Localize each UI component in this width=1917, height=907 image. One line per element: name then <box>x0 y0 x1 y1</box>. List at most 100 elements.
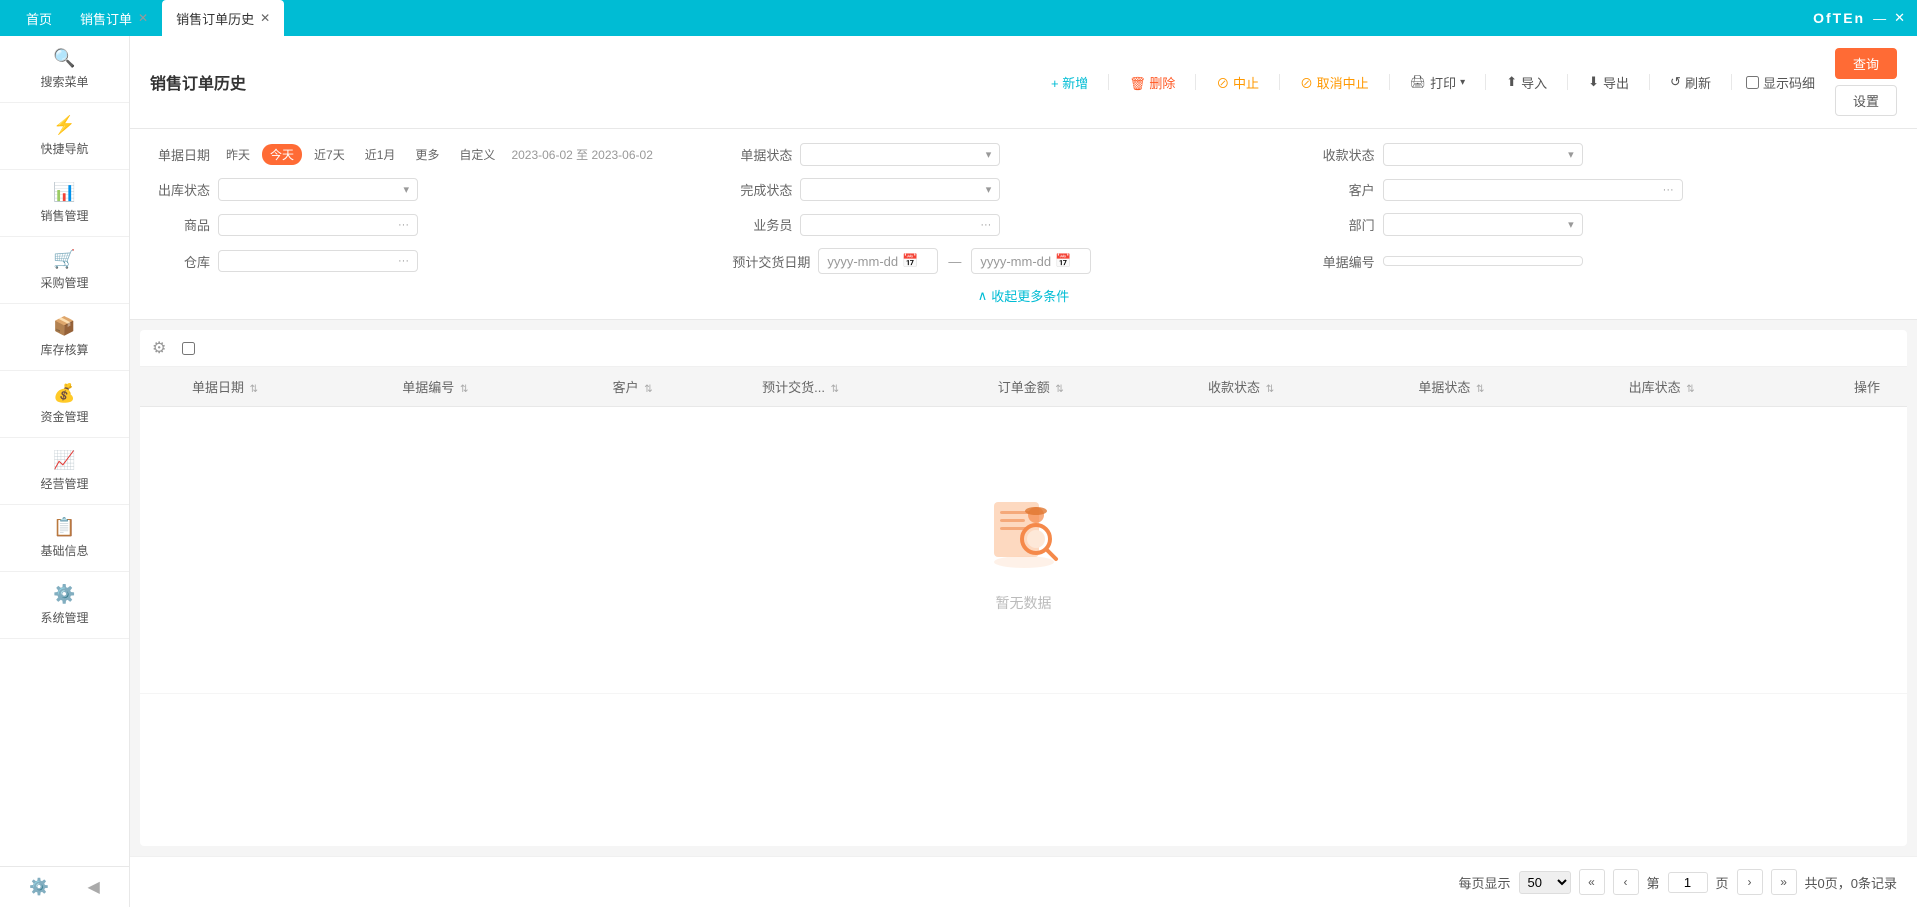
prev-page-button[interactable]: ‹ <box>1613 869 1639 895</box>
import-button[interactable]: ⬆ 导入 <box>1500 69 1553 96</box>
th-bill-status-sort: ⇅ <box>1476 384 1484 395</box>
th-delivery[interactable]: 预计交货... ⇅ <box>750 367 986 407</box>
basic-info-icon: 📋 <box>53 517 75 538</box>
tab-sales-order-history[interactable]: 销售订单历史 ✕ <box>162 0 284 36</box>
sales-mgmt-icon: 📊 <box>53 182 75 203</box>
tab-sales-order[interactable]: 销售订单 ✕ <box>66 0 162 36</box>
filter-area: 单据日期 昨天 今天 近7天 近1月 更多 自定义 2023-06-02 至 2… <box>130 129 1917 320</box>
bill-no-input[interactable] <box>1383 256 1583 266</box>
th-bill-status[interactable]: 单据状态 ⇅ <box>1406 367 1616 407</box>
th-no[interactable]: 单据编号 ⇅ <box>390 367 600 407</box>
filter-customer: 客户 ··· <box>1315 179 1897 201</box>
setting-button[interactable]: 设置 <box>1835 85 1897 116</box>
sidebar-item-operation[interactable]: 📈 经营管理 <box>0 438 129 505</box>
page-header: 销售订单历史 + 新增 🗑 删除 ⊘ 中止 ⊘ 取消中止 🖨 打印 ▾ ⬆ <box>130 36 1917 129</box>
salesperson-select[interactable]: ··· <box>800 214 1000 236</box>
delivery-start-input[interactable]: yyyy-mm-dd 📅 <box>818 248 938 274</box>
new-button[interactable]: + 新增 <box>1045 69 1094 96</box>
stop-button[interactable]: ⊘ 中止 <box>1210 69 1265 96</box>
divider-4 <box>1389 74 1390 90</box>
dept-select[interactable]: ▾ <box>1383 213 1583 236</box>
th-customer[interactable]: 客户 ⇅ <box>601 367 751 407</box>
goods-select[interactable]: ··· <box>218 214 418 236</box>
outbound-control: ▾ <box>218 178 732 201</box>
sidebar: 🔍 搜索菜单 ⚡ 快捷导航 📊 销售管理 🛒 采购管理 📦 库存核算 💰 资金管… <box>0 36 130 907</box>
inventory-icon: 📦 <box>53 316 75 337</box>
th-receipt-status-label: 收款状态 <box>1208 380 1260 395</box>
bill-status-select[interactable]: ▾ <box>800 143 1000 166</box>
date-tab-more[interactable]: 更多 <box>407 144 447 165</box>
window-minimize-icon[interactable]: — <box>1873 11 1886 26</box>
complete-arrow: ▾ <box>986 183 992 196</box>
close-sales-order-tab[interactable]: ✕ <box>138 11 148 25</box>
table-settings-icon[interactable]: ⚙ <box>152 338 166 358</box>
th-amount-sort: ⇅ <box>1055 384 1063 395</box>
th-amount-label: 订单金额 <box>998 380 1050 395</box>
complete-select[interactable]: ▾ <box>800 178 1000 201</box>
first-page-button[interactable]: « <box>1579 869 1605 895</box>
delivery-start-value: yyyy-mm-dd <box>827 254 898 269</box>
per-page-select[interactable]: 50 10 20 100 <box>1519 871 1571 894</box>
sidebar-item-quick-nav[interactable]: ⚡ 快捷导航 <box>0 103 129 170</box>
filter-row-2: 出库状态 ▾ 完成状态 ▾ <box>150 178 1897 201</box>
delivery-end-input[interactable]: yyyy-mm-dd 📅 <box>971 248 1091 274</box>
delete-button[interactable]: 🗑 删除 <box>1123 69 1181 96</box>
inventory-label: 库存核算 <box>40 341 88 358</box>
filter-bill-no: 单据编号 <box>1315 252 1897 271</box>
export-button[interactable]: ⬇ 导出 <box>1582 69 1635 96</box>
tab-home[interactable]: 首页 <box>12 0 66 36</box>
sidebar-settings-icon[interactable]: ⚙️ <box>29 877 49 897</box>
sidebar-item-purchase-mgmt[interactable]: 🛒 采购管理 <box>0 237 129 304</box>
collapse-arrow-icon: ∧ <box>978 288 988 304</box>
refresh-button[interactable]: ↺ 刷新 <box>1664 69 1717 96</box>
salesperson-arrow: ··· <box>980 219 991 231</box>
display-cols-input[interactable] <box>1746 76 1759 89</box>
customer-select[interactable]: ··· <box>1383 179 1683 201</box>
th-outbound-status[interactable]: 出库状态 ⇅ <box>1617 367 1827 407</box>
display-cols-checkbox[interactable]: 显示码细 <box>1746 73 1815 92</box>
data-table: 单据日期 ⇅ 单据编号 ⇅ 客户 ⇅ 预计交货... <box>140 367 1907 694</box>
th-amount[interactable]: 订单金额 ⇅ <box>986 367 1196 407</box>
th-date[interactable]: 单据日期 ⇅ <box>180 367 390 407</box>
close-sales-order-history-tab[interactable]: ✕ <box>260 11 270 25</box>
calendar-end-icon[interactable]: 📅 <box>1055 253 1071 269</box>
sales-order-history-tab-label: 销售订单历史 <box>176 9 254 28</box>
print-button[interactable]: 🖨 打印 ▾ <box>1404 69 1472 96</box>
sidebar-item-finance[interactable]: 💰 资金管理 <box>0 371 129 438</box>
th-no-label: 单据编号 <box>402 380 454 395</box>
page-number-input[interactable] <box>1668 872 1708 893</box>
cancel-stop-button[interactable]: ⊘ 取消中止 <box>1294 69 1375 96</box>
date-tab-custom[interactable]: 自定义 <box>451 144 503 165</box>
collapse-row[interactable]: ∧ 收起更多条件 <box>150 286 1897 305</box>
salesperson-label: 业务员 <box>732 215 792 234</box>
empty-icon <box>974 487 1074 577</box>
next-page-button[interactable]: › <box>1737 869 1763 895</box>
calendar-start-icon[interactable]: 📅 <box>902 253 918 269</box>
sidebar-item-sys-mgmt[interactable]: ⚙️ 系统管理 <box>0 572 129 639</box>
table-area: ⚙ 单据日期 ⇅ 单据编号 ⇅ <box>140 330 1907 846</box>
operation-icon: 📈 <box>53 450 75 471</box>
date-tab-last1m[interactable]: 近1月 <box>357 144 404 165</box>
warehouse-select[interactable]: ··· <box>218 250 418 272</box>
sidebar-item-sales-mgmt[interactable]: 📊 销售管理 <box>0 170 129 237</box>
goods-arrow: ··· <box>398 219 409 231</box>
query-button[interactable]: 查询 <box>1835 48 1897 79</box>
table-head: 单据日期 ⇅ 单据编号 ⇅ 客户 ⇅ 预计交货... <box>140 367 1907 407</box>
sales-mgmt-label: 销售管理 <box>40 207 88 224</box>
sidebar-collapse-icon[interactable]: ◀ <box>87 877 99 897</box>
date-tab-yesterday[interactable]: 昨天 <box>218 144 258 165</box>
date-tab-last7[interactable]: 近7天 <box>306 144 353 165</box>
last-page-button[interactable]: » <box>1771 869 1797 895</box>
receipt-status-arrow: ▾ <box>1568 148 1574 161</box>
th-checkbox <box>140 367 180 407</box>
receipt-status-select[interactable]: ▾ <box>1383 143 1583 166</box>
outbound-select[interactable]: ▾ <box>218 178 418 201</box>
sidebar-item-search-menu[interactable]: 🔍 搜索菜单 <box>0 36 129 103</box>
date-tab-today[interactable]: 今天 <box>262 144 302 165</box>
window-close-icon[interactable]: ✕ <box>1894 10 1905 26</box>
sidebar-item-basic-info[interactable]: 📋 基础信息 <box>0 505 129 572</box>
customer-label: 客户 <box>1315 180 1375 199</box>
select-all-checkbox[interactable] <box>182 342 195 355</box>
th-receipt-status[interactable]: 收款状态 ⇅ <box>1196 367 1406 407</box>
sidebar-item-inventory[interactable]: 📦 库存核算 <box>0 304 129 371</box>
